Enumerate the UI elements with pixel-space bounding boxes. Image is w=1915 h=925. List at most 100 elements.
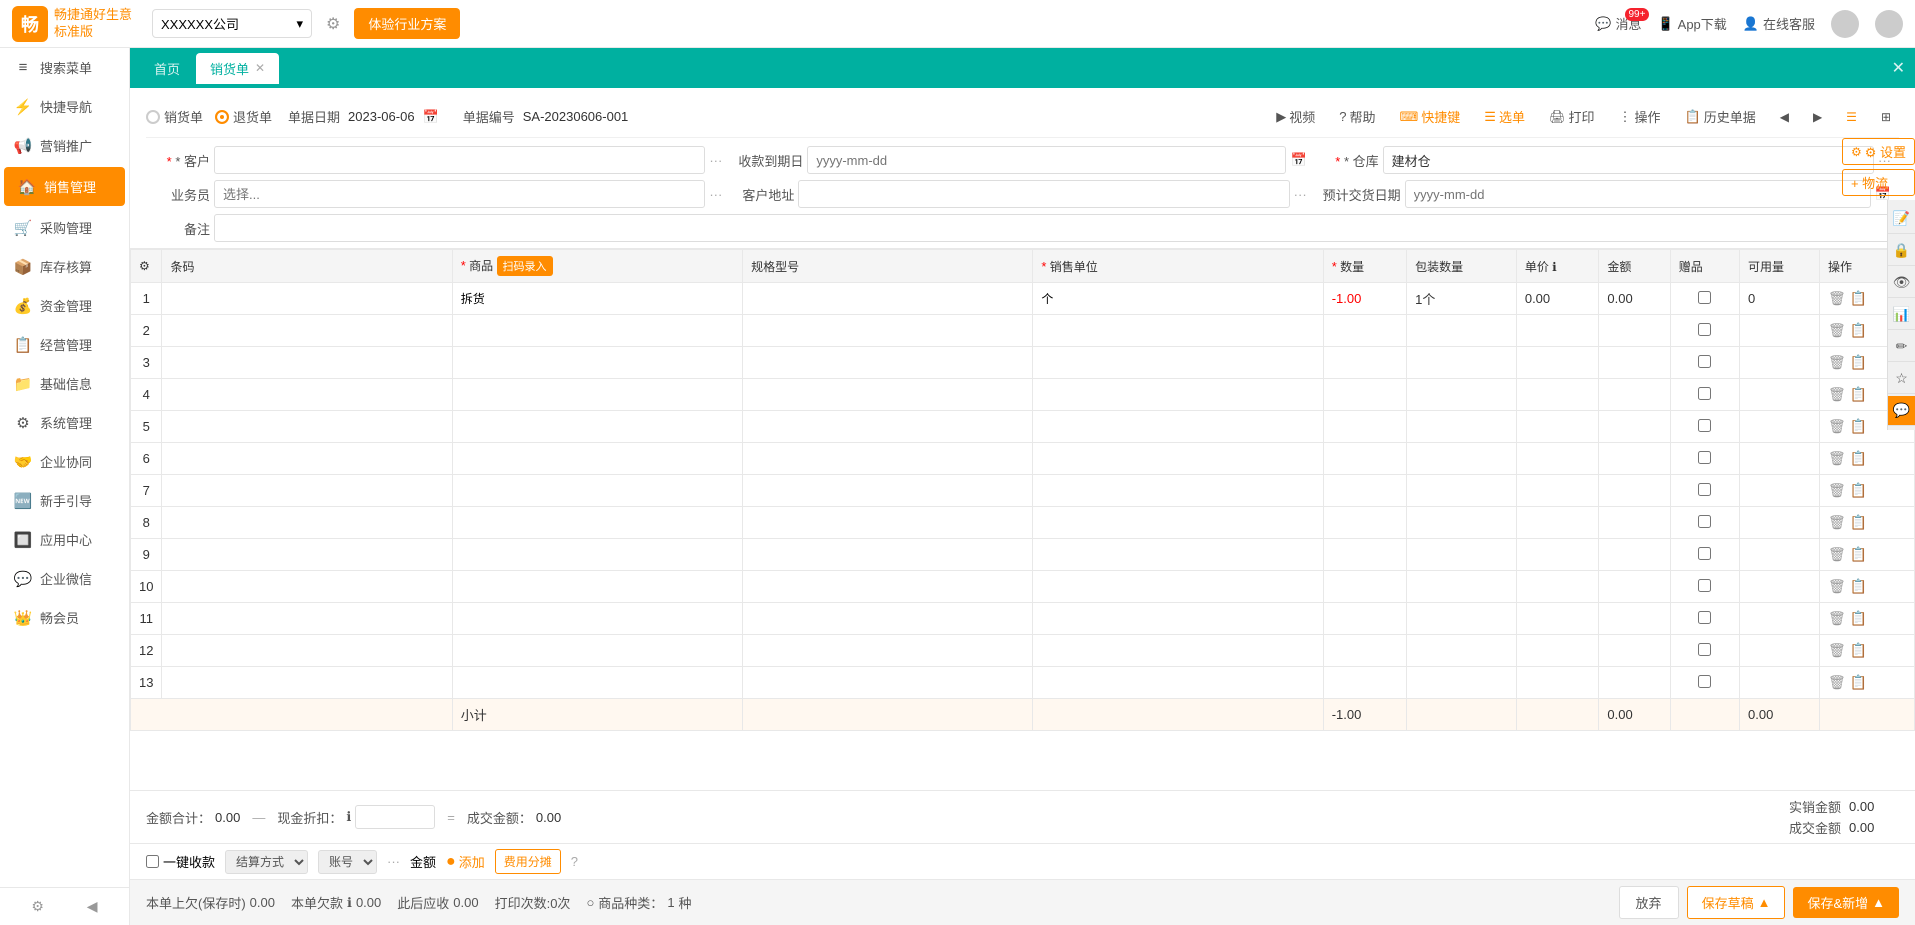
delete-row-button[interactable]: 🗑 bbox=[1828, 642, 1846, 659]
cell-pack-qty[interactable]: 1个 bbox=[1407, 283, 1517, 315]
cell-price[interactable] bbox=[1516, 379, 1599, 411]
cell-gift[interactable] bbox=[1670, 443, 1739, 475]
sidebar-item-member[interactable]: 👑 畅会员 bbox=[0, 598, 129, 637]
cell-unit[interactable] bbox=[1033, 443, 1323, 475]
delete-row-button[interactable]: 🗑 bbox=[1828, 514, 1846, 531]
grid-view-button[interactable]: ⊞ bbox=[1873, 107, 1899, 127]
fee-help-icon[interactable]: ? bbox=[571, 854, 578, 869]
radio-return[interactable]: 退货单 bbox=[215, 107, 272, 126]
cell-pack-qty[interactable] bbox=[1407, 411, 1517, 443]
app-download-button[interactable]: 📱 App下载 bbox=[1657, 14, 1726, 33]
online-service-button[interactable]: 👤 在线客服 bbox=[1743, 14, 1815, 33]
cell-spec[interactable] bbox=[743, 571, 1033, 603]
sidebar-item-operations[interactable]: 📋 经营管理 bbox=[0, 325, 129, 364]
salesperson-more-icon[interactable]: ··· bbox=[709, 187, 722, 202]
copy-row-button[interactable]: 📋 bbox=[1850, 450, 1867, 467]
cell-barcode[interactable] bbox=[162, 411, 452, 443]
cell-unit[interactable] bbox=[1033, 347, 1323, 379]
cell-price[interactable] bbox=[1516, 315, 1599, 347]
copy-row-button[interactable]: 📋 bbox=[1850, 674, 1867, 691]
rt-btn-2[interactable]: 🔒 bbox=[1888, 236, 1915, 266]
cell-unit[interactable] bbox=[1033, 507, 1323, 539]
receive-date-input[interactable] bbox=[807, 146, 1286, 174]
cell-amount[interactable]: 0.00 bbox=[1599, 283, 1670, 315]
cell-gift[interactable] bbox=[1670, 347, 1739, 379]
settings-button[interactable]: ⚙ ⚙ 设置 bbox=[1842, 138, 1915, 165]
delete-row-button[interactable]: 🗑 bbox=[1828, 386, 1846, 403]
cell-spec[interactable] bbox=[743, 283, 1033, 315]
cell-amount[interactable] bbox=[1599, 475, 1670, 507]
cell-barcode[interactable] bbox=[162, 347, 452, 379]
delete-row-button[interactable]: 🗑 bbox=[1828, 418, 1846, 435]
cell-product[interactable] bbox=[452, 443, 742, 475]
logistics-button[interactable]: + 物流 bbox=[1842, 169, 1915, 196]
cell-amount[interactable] bbox=[1599, 667, 1670, 699]
next-button[interactable]: ▶ bbox=[1805, 107, 1830, 127]
cell-barcode[interactable] bbox=[162, 315, 452, 347]
delete-row-button[interactable]: 🗑 bbox=[1828, 610, 1846, 627]
cell-amount[interactable] bbox=[1599, 603, 1670, 635]
salesperson-input[interactable] bbox=[214, 180, 705, 208]
history-order-button[interactable]: 📋历史单据 bbox=[1677, 104, 1764, 129]
tab-sales-order[interactable]: 销货单 ✕ bbox=[196, 53, 279, 84]
cell-unit[interactable] bbox=[1033, 603, 1323, 635]
cell-unit[interactable] bbox=[1033, 379, 1323, 411]
cell-price[interactable] bbox=[1516, 347, 1599, 379]
help-button[interactable]: ?帮助 bbox=[1331, 104, 1383, 129]
prev-button[interactable]: ◀ bbox=[1772, 107, 1797, 127]
cell-spec[interactable] bbox=[743, 315, 1033, 347]
one-click-checkbox[interactable] bbox=[146, 855, 159, 868]
copy-row-button[interactable]: 📋 bbox=[1850, 482, 1867, 499]
rt-btn-6[interactable]: ☆ bbox=[1888, 364, 1915, 394]
delete-row-button[interactable]: 🗑 bbox=[1828, 354, 1846, 371]
cell-price[interactable] bbox=[1516, 571, 1599, 603]
expected-date-input[interactable] bbox=[1405, 180, 1871, 208]
cell-gift[interactable] bbox=[1670, 603, 1739, 635]
cell-price[interactable] bbox=[1516, 635, 1599, 667]
copy-row-button[interactable]: 📋 bbox=[1850, 546, 1867, 563]
cell-amount[interactable] bbox=[1599, 507, 1670, 539]
more-icon[interactable]: ··· bbox=[387, 854, 400, 869]
sidebar-item-guide[interactable]: 🆕 新手引导 bbox=[0, 481, 129, 520]
cell-pack-qty[interactable] bbox=[1407, 315, 1517, 347]
cell-price[interactable] bbox=[1516, 411, 1599, 443]
cell-gift[interactable] bbox=[1670, 379, 1739, 411]
cell-gift[interactable] bbox=[1670, 635, 1739, 667]
delete-row-button[interactable]: 🗑 bbox=[1828, 290, 1846, 307]
one-click-payment-checkbox[interactable]: 一键收款 bbox=[146, 852, 215, 871]
cell-price[interactable] bbox=[1516, 507, 1599, 539]
user-avatar[interactable] bbox=[1831, 10, 1859, 38]
delete-row-button[interactable]: 🗑 bbox=[1828, 322, 1846, 339]
cell-price[interactable] bbox=[1516, 475, 1599, 507]
cell-price[interactable]: 0.00 bbox=[1516, 283, 1599, 315]
cell-pack-qty[interactable] bbox=[1407, 667, 1517, 699]
sidebar-item-inventory[interactable]: 📦 库存核算 bbox=[0, 247, 129, 286]
info-icon[interactable]: ℹ bbox=[347, 895, 352, 911]
cell-gift[interactable] bbox=[1670, 475, 1739, 507]
cell-amount[interactable] bbox=[1599, 443, 1670, 475]
cell-qty[interactable] bbox=[1323, 443, 1406, 475]
cell-amount[interactable] bbox=[1599, 379, 1670, 411]
cell-price[interactable] bbox=[1516, 539, 1599, 571]
sidebar-item-finance[interactable]: 💰 资金管理 bbox=[0, 286, 129, 325]
cell-barcode[interactable] bbox=[162, 379, 452, 411]
cell-qty[interactable] bbox=[1323, 635, 1406, 667]
tab-close-icon[interactable]: ✕ bbox=[255, 61, 265, 75]
print-button[interactable]: 🖨打印 bbox=[1541, 104, 1603, 129]
cell-qty[interactable] bbox=[1323, 507, 1406, 539]
cell-barcode[interactable] bbox=[162, 603, 452, 635]
cell-barcode[interactable] bbox=[162, 443, 452, 475]
cell-product[interactable] bbox=[452, 379, 742, 411]
sidebar-item-purchase[interactable]: 🛒 采购管理 bbox=[0, 208, 129, 247]
rt-btn-7[interactable]: 💬 bbox=[1888, 396, 1915, 426]
cell-unit[interactable] bbox=[1033, 315, 1323, 347]
cell-qty[interactable] bbox=[1323, 539, 1406, 571]
customer-input[interactable] bbox=[214, 146, 705, 174]
cell-pack-qty[interactable] bbox=[1407, 347, 1517, 379]
cell-gift[interactable] bbox=[1670, 315, 1739, 347]
cell-unit[interactable] bbox=[1033, 667, 1323, 699]
sidebar-item-sales[interactable]: 🏠 销售管理 bbox=[4, 167, 125, 206]
copy-row-button[interactable]: 📋 bbox=[1850, 578, 1867, 595]
cell-product[interactable] bbox=[452, 315, 742, 347]
cell-qty[interactable]: -1.00 bbox=[1323, 283, 1406, 315]
